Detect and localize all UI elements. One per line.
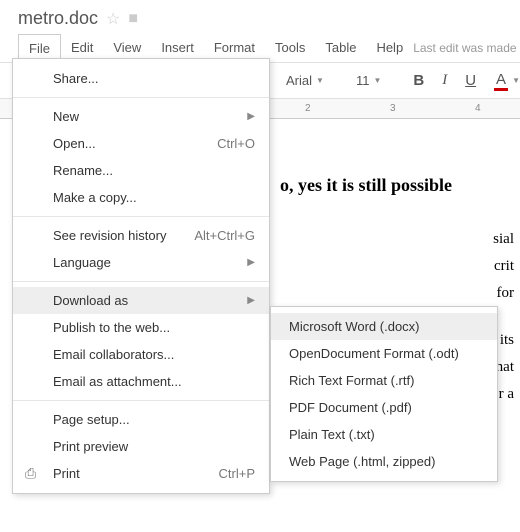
menu-separator [13, 97, 269, 98]
menu-label: Publish to the web... [53, 320, 170, 335]
menu-tools[interactable]: Tools [265, 34, 315, 61]
menu-label: Print [53, 466, 80, 481]
menu-label: Share... [53, 71, 99, 86]
menu-item-make-copy[interactable]: Make a copy... [13, 184, 269, 211]
doc-heading: o, yes it is still possible [280, 175, 520, 196]
title-bar: metro.doc ☆ ■ [0, 0, 520, 33]
submenu-item-html[interactable]: Web Page (.html, zipped) [271, 448, 497, 475]
document-title[interactable]: metro.doc [18, 8, 98, 29]
menu-format[interactable]: Format [204, 34, 265, 61]
menu-label: Email as attachment... [53, 374, 182, 389]
font-size-select[interactable]: 11▼ [350, 71, 387, 90]
shortcut: Ctrl+P [219, 466, 255, 481]
font-family-label: Arial [286, 73, 312, 88]
shortcut: Alt+Ctrl+G [194, 228, 255, 243]
italic-button[interactable]: I [436, 70, 453, 91]
text-color-button[interactable]: A▼ [488, 69, 520, 93]
menu-label: Email collaborators... [53, 347, 174, 362]
menu-item-share[interactable]: Share... [13, 65, 269, 92]
folder-icon[interactable]: ■ [128, 10, 138, 28]
menu-item-publish[interactable]: Publish to the web... [13, 314, 269, 341]
menu-label: See revision history [53, 228, 166, 243]
submenu-item-rtf[interactable]: Rich Text Format (.rtf) [271, 367, 497, 394]
text-fragment: crit [280, 253, 520, 280]
menu-insert[interactable]: Insert [151, 34, 204, 61]
file-menu: Share... New ▶ Open... Ctrl+O Rename... Ma… [12, 58, 270, 494]
menu-item-email-attachment[interactable]: Email as attachment... [13, 368, 269, 395]
download-as-submenu: Microsoft Word (.docx) OpenDocument Form… [270, 306, 498, 482]
menu-item-print-preview[interactable]: Print preview [13, 433, 269, 460]
menu-item-rename[interactable]: Rename... [13, 157, 269, 184]
menu-item-revision-history[interactable]: See revision history Alt+Ctrl+G [13, 222, 269, 249]
menu-label: Rich Text Format (.rtf) [289, 373, 414, 388]
chevron-down-icon: ▼ [512, 76, 520, 85]
font-family-select[interactable]: Arial ▼ [280, 71, 330, 90]
menu-table[interactable]: Table [315, 34, 366, 61]
caret-right-icon: ▶ [247, 111, 255, 122]
menu-label: Plain Text (.txt) [289, 427, 375, 442]
menu-separator [13, 281, 269, 282]
bold-button[interactable]: B [407, 70, 430, 91]
menu-item-page-setup[interactable]: Page setup... [13, 406, 269, 433]
doc-paragraph: sial crit for [280, 226, 520, 307]
menu-label: Print preview [53, 439, 128, 454]
caret-right-icon: ▶ [247, 295, 255, 306]
menu-edit[interactable]: Edit [61, 34, 103, 61]
chevron-down-icon: ▼ [316, 76, 324, 85]
menu-label: Microsoft Word (.docx) [289, 319, 420, 334]
text-color-label: A [494, 71, 508, 91]
text-fragment: sial [280, 226, 520, 253]
submenu-item-odt[interactable]: OpenDocument Format (.odt) [271, 340, 497, 367]
menu-label: Rename... [53, 163, 113, 178]
caret-right-icon: ▶ [247, 257, 255, 268]
menu-separator [13, 216, 269, 217]
menu-separator [13, 400, 269, 401]
ruler-tick: 4 [475, 103, 481, 114]
menu-item-email-collaborators[interactable]: Email collaborators... [13, 341, 269, 368]
menu-view[interactable]: View [103, 34, 151, 61]
text-fragment: for [280, 280, 520, 307]
ruler-tick: 2 [305, 103, 311, 114]
font-size-label: 11 [356, 73, 370, 88]
star-icon[interactable]: ☆ [106, 9, 120, 29]
menu-label: Page setup... [53, 412, 130, 427]
menu-label: Language [53, 255, 111, 270]
menu-help[interactable]: Help [366, 34, 413, 61]
shortcut: Ctrl+O [217, 136, 255, 151]
menu-label: Make a copy... [53, 190, 137, 205]
menu-label: Download as [53, 293, 128, 308]
menu-label: PDF Document (.pdf) [289, 400, 412, 415]
menu-label: Web Page (.html, zipped) [289, 454, 435, 469]
print-icon: ⎙ [25, 465, 36, 482]
menu-label: Open... [53, 136, 96, 151]
last-edit-text[interactable]: Last edit was made 9 [413, 41, 520, 55]
submenu-item-pdf[interactable]: PDF Document (.pdf) [271, 394, 497, 421]
underline-button[interactable]: U [459, 70, 482, 91]
menu-item-open[interactable]: Open... Ctrl+O [13, 130, 269, 157]
menu-item-print[interactable]: ⎙ Print Ctrl+P [13, 460, 269, 487]
submenu-item-txt[interactable]: Plain Text (.txt) [271, 421, 497, 448]
menu-item-new[interactable]: New ▶ [13, 103, 269, 130]
menu-item-language[interactable]: Language ▶ [13, 249, 269, 276]
menu-label: New [53, 109, 79, 124]
submenu-item-docx[interactable]: Microsoft Word (.docx) [271, 313, 497, 340]
chevron-down-icon: ▼ [373, 76, 381, 85]
menu-item-download-as[interactable]: Download as ▶ [13, 287, 269, 314]
ruler-tick: 3 [390, 103, 396, 114]
menu-label: OpenDocument Format (.odt) [289, 346, 459, 361]
